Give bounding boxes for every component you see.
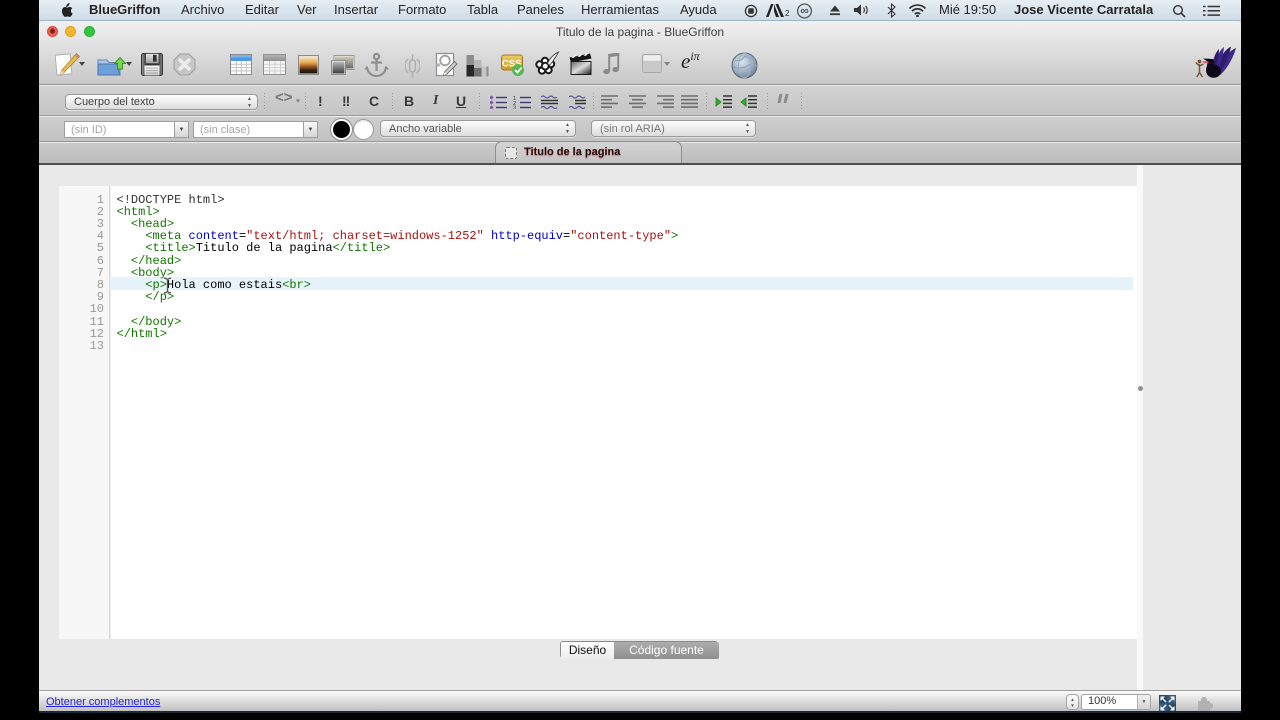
svg-text:3: 3 <box>513 106 516 110</box>
svg-text:∞: ∞ <box>800 4 809 18</box>
svg-text:2: 2 <box>785 9 790 18</box>
